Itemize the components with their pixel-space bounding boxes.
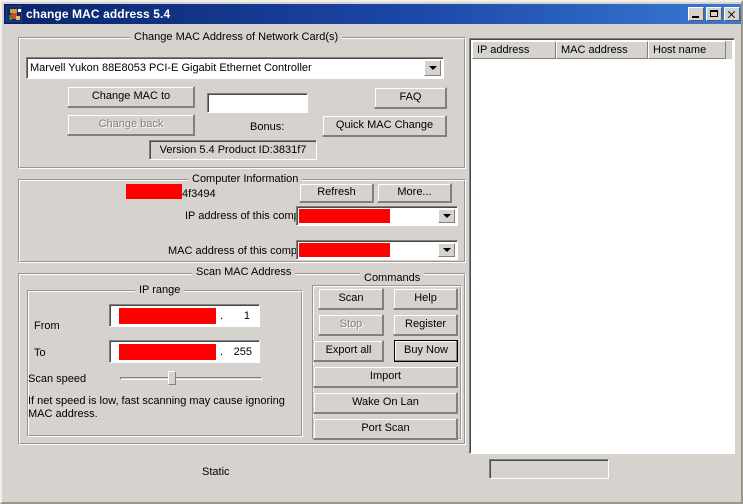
- mac-address-label: MAC address of this computer: [168, 245, 316, 257]
- ip-to-input[interactable]: . 255: [109, 340, 260, 363]
- chevron-down-icon[interactable]: [438, 243, 455, 257]
- scan-speed-thumb[interactable]: [168, 371, 176, 385]
- change-mac-to-button[interactable]: Change MAC to: [67, 86, 195, 108]
- ip-to-redaction: [119, 344, 216, 360]
- change-back-button: Change back: [67, 114, 195, 136]
- change-mac-group-title: Change MAC Address of Network Card(s): [130, 31, 343, 43]
- version-panel: Version 5.4 Product ID:3831f7: [149, 140, 317, 160]
- ip-to-octet: 255: [233, 346, 252, 358]
- app-icon: [6, 6, 22, 22]
- register-button[interactable]: Register: [393, 314, 458, 336]
- scan-hint-line2: MAC address.: [28, 408, 98, 420]
- column-header-mac-address[interactable]: MAC address: [556, 41, 648, 59]
- buy-now-button[interactable]: Buy Now: [394, 340, 458, 362]
- scan-speed-label: Scan speed: [28, 373, 87, 385]
- ip-from-input[interactable]: . 1: [109, 304, 260, 327]
- status-panel: [489, 459, 609, 479]
- computer-name-suffix: 4f3494: [182, 188, 216, 200]
- port-scan-button[interactable]: Port Scan: [313, 418, 458, 440]
- column-header-ip-address[interactable]: IP address: [472, 41, 556, 59]
- title-bar[interactable]: change MAC address 5.4: [4, 4, 741, 24]
- import-button[interactable]: Import: [313, 366, 458, 388]
- faq-button[interactable]: FAQ: [374, 87, 447, 109]
- version-text: Version 5.4 Product ID:3831f7: [159, 144, 307, 156]
- application-window: change MAC address 5.4 Change MAC Addres…: [0, 0, 743, 504]
- from-label: From: [34, 320, 60, 332]
- window-title: change MAC address 5.4: [26, 7, 171, 21]
- status-text: Static: [202, 466, 230, 478]
- minimize-button[interactable]: [688, 7, 704, 21]
- scan-hint-line1: If net speed is low, fast scanning may c…: [28, 395, 285, 407]
- scan-speed-track: [120, 377, 262, 380]
- network-adapter-selected-value: Marvell Yukon 88E8053 PCI-E Gigabit Ethe…: [30, 62, 312, 74]
- listview-body[interactable]: [472, 59, 732, 451]
- network-adapter-dropdown[interactable]: Marvell Yukon 88E8053 PCI-E Gigabit Ethe…: [26, 57, 444, 79]
- status-panel-text: [490, 460, 608, 463]
- computer-info-group-title: Computer Information: [188, 173, 303, 185]
- ip-address-redaction: [299, 209, 390, 223]
- commands-group-title: Commands: [360, 272, 425, 284]
- ip-to-dot: .: [220, 346, 224, 358]
- more-button[interactable]: More...: [377, 183, 452, 203]
- maximize-button[interactable]: [706, 7, 722, 21]
- listview-header: IP address MAC address Host name: [472, 41, 732, 59]
- refresh-button[interactable]: Refresh: [299, 183, 374, 203]
- ip-from-redaction: [119, 308, 216, 324]
- new-mac-input-value: [208, 94, 307, 97]
- scan-mac-group-title: Scan MAC Address: [192, 266, 296, 278]
- scan-speed-slider[interactable]: [120, 370, 262, 386]
- scan-button[interactable]: Scan: [318, 288, 384, 310]
- help-button[interactable]: Help: [393, 288, 458, 310]
- ip-from-dot: .: [220, 310, 224, 322]
- wake-on-lan-button[interactable]: Wake On Lan: [313, 392, 458, 414]
- quick-mac-change-button[interactable]: Quick MAC Change: [322, 115, 447, 137]
- ip-range-group-title: IP range: [135, 284, 185, 296]
- computer-name-redaction: [126, 184, 182, 199]
- bonus-label: Bonus:: [250, 121, 285, 133]
- column-header-host-name[interactable]: Host name: [648, 41, 726, 59]
- chevron-down-icon[interactable]: [438, 209, 455, 223]
- to-label: To: [34, 347, 46, 359]
- new-mac-input[interactable]: [207, 93, 308, 113]
- mac-address-redaction: [299, 243, 390, 257]
- export-all-button[interactable]: Export all: [313, 340, 384, 362]
- window-controls: [688, 7, 741, 21]
- results-listview[interactable]: IP address MAC address Host name: [469, 38, 735, 454]
- ip-from-octet: 1: [243, 310, 250, 322]
- close-button[interactable]: [724, 7, 740, 21]
- chevron-down-icon[interactable]: [424, 60, 441, 76]
- stop-button: Stop: [318, 314, 384, 336]
